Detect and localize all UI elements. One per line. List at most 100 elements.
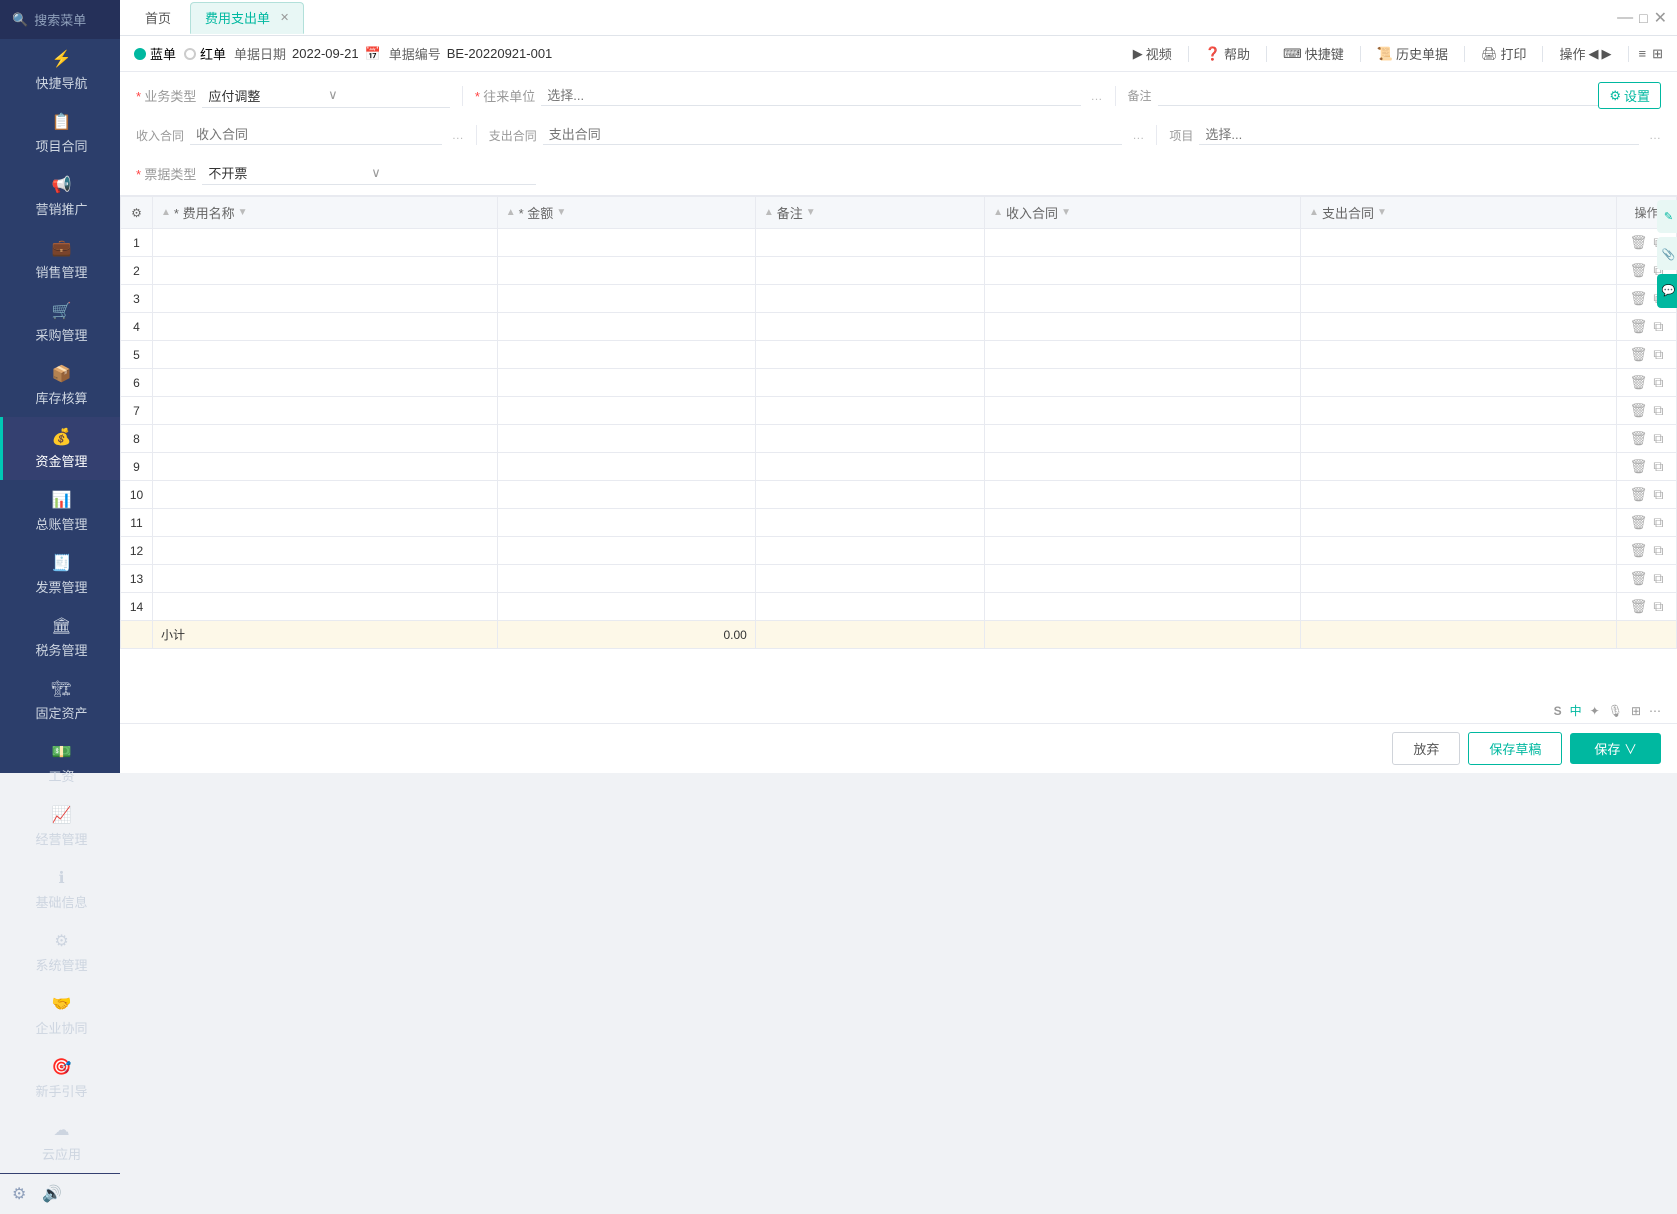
cell-remark[interactable] [755,425,984,453]
video-btn[interactable]: ▶ 视频 [1127,42,1178,65]
sidebar-search[interactable]: 🔍 搜索菜单 [0,0,120,39]
th-income-sort-down[interactable]: ▼ [1061,207,1071,218]
history-btn[interactable]: 📜 历史单据 [1371,42,1454,65]
row-delete-btn[interactable]: 🗑 [1630,374,1648,391]
expense-more-icon[interactable]: … [1132,128,1144,142]
row-delete-btn[interactable]: 🗑 [1630,542,1648,559]
sidebar-item-enterprise[interactable]: 🤝 企业协同 [0,984,120,1047]
row-delete-btn[interactable]: 🗑 [1630,598,1648,615]
cell-income-contract[interactable] [985,369,1301,397]
radio-blue[interactable]: 蓝单 [134,44,176,63]
project-more-icon[interactable]: … [1649,128,1661,142]
sidebar-item-purchase[interactable]: 🛒 采购管理 [0,291,120,354]
cell-amount[interactable] [497,313,755,341]
cell-amount[interactable] [497,425,755,453]
cell-income-contract[interactable] [985,313,1301,341]
cell-expense-contract[interactable] [1301,285,1617,313]
row-copy-btn[interactable]: ⧉ [1653,486,1663,503]
cell-expense-contract[interactable] [1301,481,1617,509]
cell-expense-contract[interactable] [1301,341,1617,369]
row-delete-btn[interactable]: 🗑 [1630,570,1648,587]
row-copy-btn[interactable]: ⧉ [1653,318,1663,335]
calendar-icon[interactable]: 📅 [365,46,381,62]
cell-income-contract[interactable] [985,537,1301,565]
row-delete-btn[interactable]: 🗑 [1630,486,1648,503]
row-copy-btn[interactable]: ⧉ [1653,570,1663,587]
cell-remark[interactable] [755,509,984,537]
row-delete-btn[interactable]: 🗑 [1630,290,1648,307]
row-delete-btn[interactable]: 🗑 [1630,262,1648,279]
th-expense-sort-up[interactable]: ▲ [1309,207,1319,218]
cell-expense-name[interactable] [153,341,498,369]
cell-income-contract[interactable] [985,481,1301,509]
project-input[interactable] [1199,125,1639,145]
volume-icon[interactable]: 🔊 [42,1184,62,1204]
cell-expense-name[interactable] [153,369,498,397]
income-contract-input[interactable] [190,125,442,145]
cell-expense-name[interactable] [153,257,498,285]
sidebar-item-system[interactable]: ⚙ 系统管理 [0,921,120,984]
expense-contract-input[interactable] [543,125,1123,145]
cell-remark[interactable] [755,229,984,257]
cell-expense-name[interactable] [153,425,498,453]
cell-income-contract[interactable] [985,285,1301,313]
print-btn[interactable]: 🖨 打印 [1475,42,1533,65]
cell-remark[interactable] [755,453,984,481]
row-copy-btn[interactable]: ⧉ [1653,514,1663,531]
sidebar-item-sales[interactable]: 💼 销售管理 [0,228,120,291]
cell-remark[interactable] [755,285,984,313]
cell-income-contract[interactable] [985,509,1301,537]
row-delete-btn[interactable]: 🗑 [1630,514,1648,531]
cell-expense-name[interactable] [153,313,498,341]
list-view-icon[interactable]: ⊞ [1652,46,1663,62]
cell-expense-name[interactable] [153,537,498,565]
save-draft-button[interactable]: 保存草稿 [1468,732,1562,765]
tab-expense[interactable]: 费用支出单 ✕ [190,2,304,34]
cell-income-contract[interactable] [985,593,1301,621]
row-copy-btn[interactable]: ⧉ [1653,430,1663,447]
cell-amount[interactable] [497,369,755,397]
cell-amount[interactable] [497,509,755,537]
cell-income-contract[interactable] [985,425,1301,453]
row-delete-btn[interactable]: 🗑 [1630,234,1648,251]
cell-amount[interactable] [497,537,755,565]
cell-remark[interactable] [755,593,984,621]
cell-amount[interactable] [497,593,755,621]
cell-expense-contract[interactable] [1301,537,1617,565]
row-delete-btn[interactable]: 🗑 [1630,318,1648,335]
cell-remark[interactable] [755,397,984,425]
row-copy-btn[interactable]: ⧉ [1653,346,1663,363]
cell-income-contract[interactable] [985,229,1301,257]
sidebar-item-capital[interactable]: 💰 资金管理 [0,417,120,480]
cell-expense-name[interactable] [153,593,498,621]
cell-amount[interactable] [497,481,755,509]
cell-expense-contract[interactable] [1301,509,1617,537]
cell-amount[interactable] [497,285,755,313]
cell-income-contract[interactable] [985,565,1301,593]
row-copy-btn[interactable]: ⧉ [1653,374,1663,391]
cell-expense-contract[interactable] [1301,453,1617,481]
sidebar-item-project-contract[interactable]: 📋 项目合同 [0,102,120,165]
cell-remark[interactable] [755,481,984,509]
th-remark-sort-down[interactable]: ▼ [806,207,816,218]
right-float-chat-btn[interactable]: 💬 [1657,274,1677,307]
operation-btn[interactable]: 操作 ◀ ▶ [1553,42,1617,65]
row-copy-btn[interactable]: ⧉ [1653,598,1663,615]
sidebar-item-marketing[interactable]: 📢 营销推广 [0,165,120,228]
cell-expense-contract[interactable] [1301,593,1617,621]
cell-expense-name[interactable] [153,397,498,425]
cell-amount[interactable] [497,229,755,257]
cell-remark[interactable] [755,565,984,593]
th-income-sort-up[interactable]: ▲ [993,207,1003,218]
tab-home[interactable]: 首页 [130,2,186,34]
cell-remark[interactable] [755,537,984,565]
cell-income-contract[interactable] [985,341,1301,369]
sidebar-item-quick-nav[interactable]: ⚡ 快捷导航 [0,39,120,102]
sidebar-item-invoice[interactable]: 🧾 发票管理 [0,543,120,606]
row-delete-btn[interactable]: 🗑 [1630,430,1648,447]
row-delete-btn[interactable]: 🗑 [1630,402,1648,419]
cell-expense-contract[interactable] [1301,257,1617,285]
row-delete-btn[interactable]: 🗑 [1630,458,1648,475]
shortcut-btn[interactable]: ⌨ 快捷键 [1277,42,1350,65]
cell-amount[interactable] [497,257,755,285]
